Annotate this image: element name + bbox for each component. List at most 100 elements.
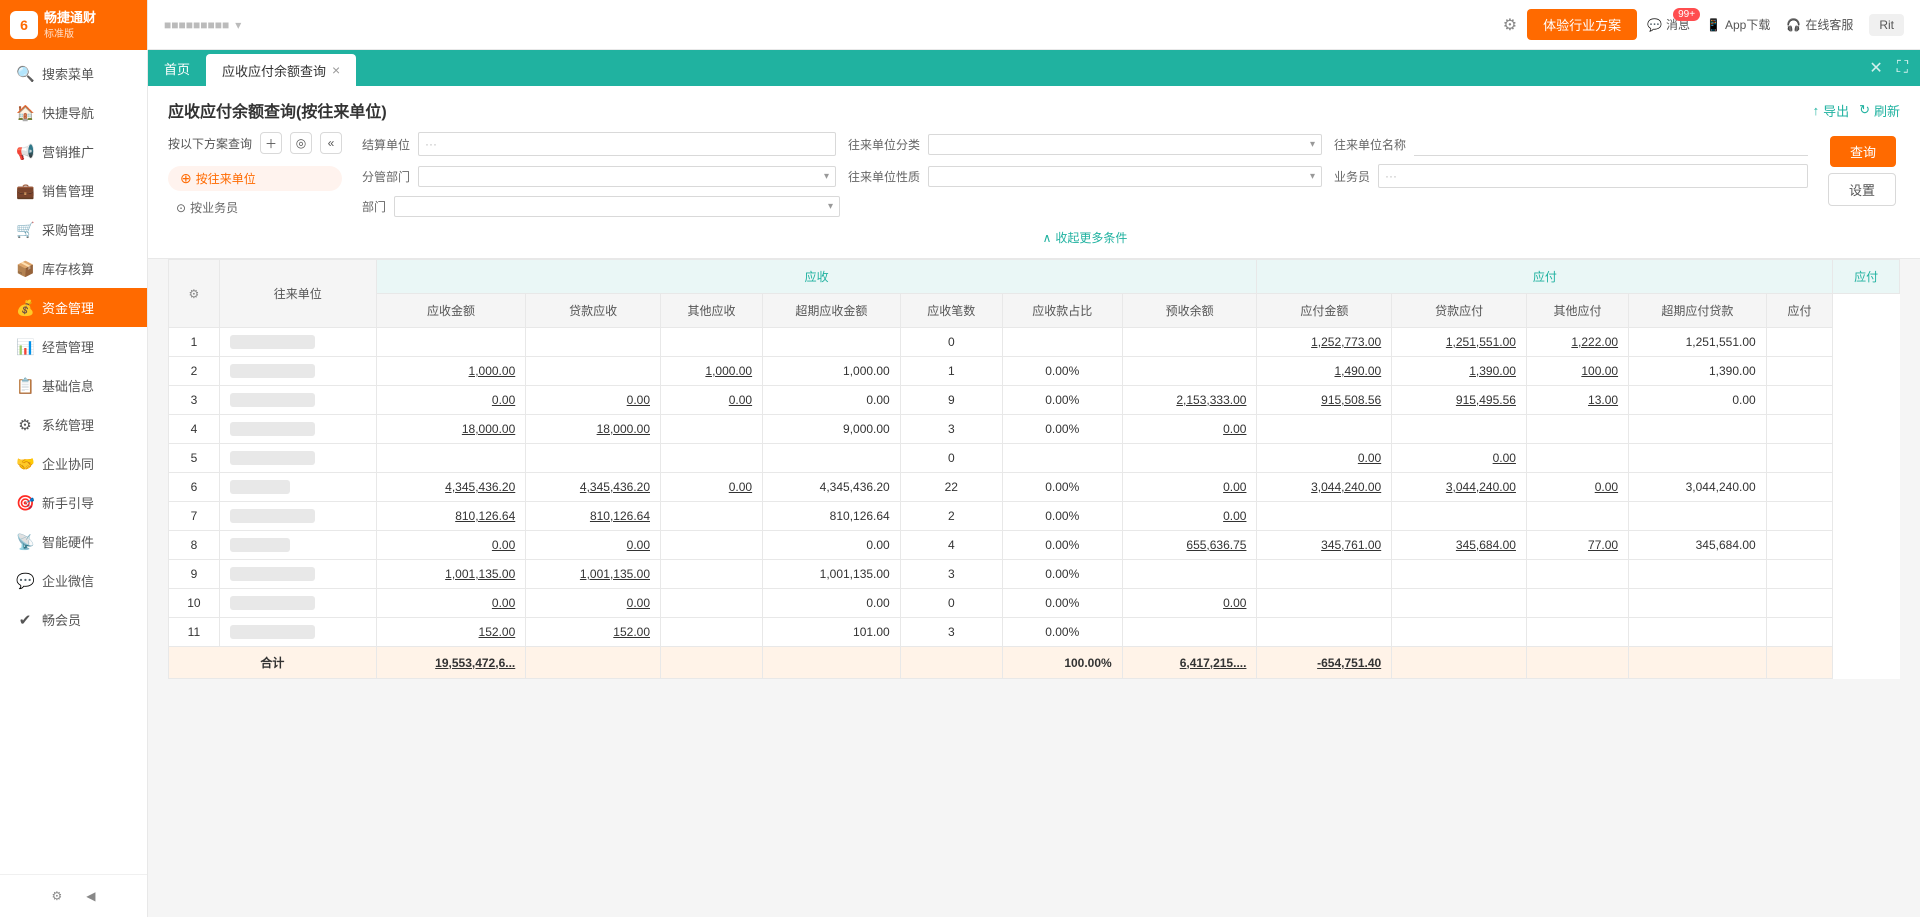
table-cell[interactable]: 0.00 <box>376 386 526 415</box>
scheme-salesman[interactable]: ⊙ 按业务员 <box>168 195 342 220</box>
sidebar-item-basic[interactable]: 📋 基础信息 <box>0 366 147 405</box>
table-cell[interactable]: 0.00 <box>661 386 763 415</box>
table-cell[interactable]: 0.00 <box>1122 589 1257 618</box>
table-cell[interactable] <box>661 589 763 618</box>
table-cell[interactable] <box>1122 328 1257 357</box>
sidebar-item-sales[interactable]: 💼 销售管理 <box>0 171 147 210</box>
export-button[interactable]: ↑ 导出 <box>1813 101 1850 120</box>
table-cell[interactable] <box>1526 415 1628 444</box>
table-cell[interactable] <box>1392 589 1527 618</box>
table-cell[interactable]: 345,761.00 <box>1257 531 1392 560</box>
table-cell[interactable]: 0.00 <box>526 531 661 560</box>
table-cell[interactable]: 0.00 <box>1526 473 1628 502</box>
table-cell[interactable]: 152.00 <box>376 618 526 647</box>
table-cell[interactable]: 0.00 <box>1122 502 1257 531</box>
table-cell[interactable] <box>1526 560 1628 589</box>
table-cell[interactable]: 1,251,551.00 <box>1392 328 1527 357</box>
sidebar-item-guide[interactable]: 🎯 新手引导 <box>0 483 147 522</box>
table-cell[interactable]: 4,345,436.20 <box>526 473 661 502</box>
table-cell[interactable]: 915,495.56 <box>1392 386 1527 415</box>
sidebar-item-purchase[interactable]: 🛒 采购管理 <box>0 210 147 249</box>
online-service-button[interactable]: 🎧 在线客服 <box>1786 16 1853 33</box>
table-cell[interactable] <box>1257 618 1392 647</box>
table-cell[interactable] <box>661 415 763 444</box>
table-cell[interactable]: 3,044,240.00 <box>1257 473 1392 502</box>
sidebar-item-marketing[interactable]: 📢 营销推广 <box>0 132 147 171</box>
sidebar-settings-btn[interactable]: ⚙ <box>42 883 73 909</box>
query-button[interactable]: 查询 <box>1830 136 1896 167</box>
sidebar-item-ops[interactable]: 📊 经营管理 <box>0 327 147 366</box>
partner-nature-input[interactable]: ▾ <box>928 166 1322 187</box>
tab-expand-btn[interactable]: ⛶ <box>1893 55 1912 81</box>
table-cell[interactable] <box>661 328 763 357</box>
table-cell[interactable] <box>526 328 661 357</box>
table-cell[interactable]: 0.00 <box>1122 415 1257 444</box>
table-cell[interactable]: 18,000.00 <box>376 415 526 444</box>
table-cell[interactable]: 1,252,773.00 <box>1257 328 1392 357</box>
sidebar-item-system[interactable]: ⚙ 系统管理 <box>0 405 147 444</box>
table-cell[interactable]: 152.00 <box>526 618 661 647</box>
sidebar-item-collab[interactable]: 🤝 企业协同 <box>0 444 147 483</box>
sidebar-item-member[interactable]: ✔ 畅会员 <box>0 600 147 639</box>
table-cell[interactable]: 100.00 <box>1526 357 1628 386</box>
table-cell[interactable]: 0.00 <box>376 589 526 618</box>
table-cell[interactable] <box>1257 560 1392 589</box>
footer-ap-amount[interactable]: -654,751.40 <box>1257 647 1392 679</box>
partner-name-input[interactable] <box>1414 133 1808 156</box>
table-cell[interactable]: 77.00 <box>1526 531 1628 560</box>
table-cell[interactable]: 345,684.00 <box>1392 531 1527 560</box>
message-button[interactable]: 💬 消息 99+ <box>1647 16 1690 33</box>
table-cell[interactable]: 0.00 <box>1257 444 1392 473</box>
table-cell[interactable] <box>1257 502 1392 531</box>
table-cell[interactable] <box>661 618 763 647</box>
table-cell[interactable]: 3,044,240.00 <box>1392 473 1527 502</box>
table-cell[interactable] <box>661 502 763 531</box>
table-cell[interactable] <box>1392 415 1527 444</box>
add-scheme-btn[interactable]: ＋ <box>260 132 282 154</box>
table-cell[interactable]: 1,390.00 <box>1392 357 1527 386</box>
partner-category-input[interactable]: ▾ <box>928 134 1322 155</box>
table-cell[interactable]: 0.00 <box>526 386 661 415</box>
table-cell[interactable] <box>1392 502 1527 531</box>
settlement-unit-input[interactable]: ··· <box>418 132 836 156</box>
sidebar-item-nav[interactable]: 🏠 快捷导航 <box>0 93 147 132</box>
salesman-input[interactable]: ··· <box>1378 164 1808 188</box>
table-cell[interactable] <box>376 328 526 357</box>
table-cell[interactable]: 1,000.00 <box>376 357 526 386</box>
table-cell[interactable]: 2,153,333.00 <box>1122 386 1257 415</box>
table-cell[interactable] <box>526 444 661 473</box>
dept-input[interactable]: ▾ <box>394 196 840 217</box>
table-cell[interactable] <box>1257 415 1392 444</box>
table-cell[interactable] <box>1526 502 1628 531</box>
table-cell[interactable] <box>1122 560 1257 589</box>
scheme-partner[interactable]: ⊕ 按往来单位 <box>168 166 342 191</box>
table-cell[interactable]: 655,636.75 <box>1122 531 1257 560</box>
table-cell[interactable] <box>1526 444 1628 473</box>
refresh-button[interactable]: ↻ 刷新 <box>1859 101 1900 120</box>
table-cell[interactable]: 915,508.56 <box>1257 386 1392 415</box>
topbar-gear-icon[interactable]: ⚙ <box>1503 15 1517 35</box>
table-cell[interactable]: 18,000.00 <box>526 415 661 444</box>
table-cell[interactable]: 0.00 <box>376 531 526 560</box>
sidebar-item-wechat[interactable]: 💬 企业微信 <box>0 561 147 600</box>
app-download-button[interactable]: 📱 App下载 <box>1706 16 1770 33</box>
tab-ar-ap[interactable]: 应收应付余额查询 × <box>206 54 356 86</box>
table-cell[interactable]: 1,490.00 <box>1257 357 1392 386</box>
footer-ar-amount[interactable]: 19,553,472,6... <box>376 647 526 679</box>
table-cell[interactable]: 0.00 <box>1392 444 1527 473</box>
table-settings-icon[interactable]: ⚙ <box>189 287 200 301</box>
table-cell[interactable] <box>1392 618 1527 647</box>
table-cell[interactable]: 1,001,135.00 <box>376 560 526 589</box>
table-cell[interactable]: 4,345,436.20 <box>376 473 526 502</box>
table-cell[interactable]: 810,126.64 <box>376 502 526 531</box>
tab-close-icon[interactable]: × <box>332 62 340 78</box>
promo-button[interactable]: 体验行业方案 <box>1527 9 1637 40</box>
table-cell[interactable] <box>1122 618 1257 647</box>
table-cell[interactable] <box>661 560 763 589</box>
table-cell[interactable] <box>1122 444 1257 473</box>
sidebar-item-hardware[interactable]: 📡 智能硬件 <box>0 522 147 561</box>
sidebar-item-finance[interactable]: 💰 资金管理 <box>0 288 147 327</box>
table-cell[interactable]: 0.00 <box>526 589 661 618</box>
table-cell[interactable] <box>526 357 661 386</box>
tab-close-btn[interactable]: ✕ <box>1865 54 1886 82</box>
